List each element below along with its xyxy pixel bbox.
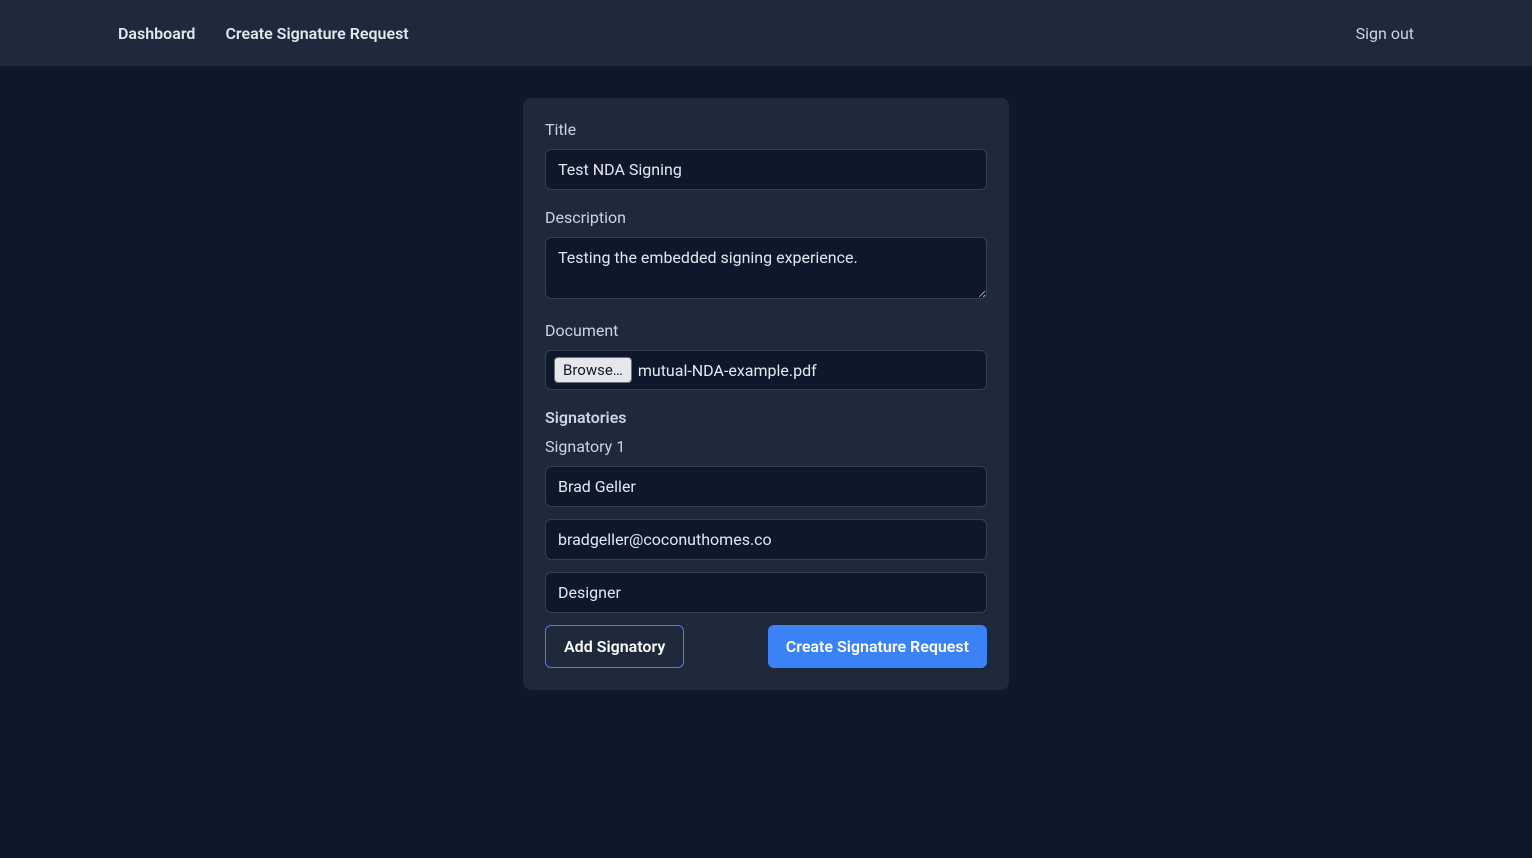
browse-button[interactable]: Browse… — [554, 357, 632, 383]
nav-sign-out[interactable]: Sign out — [1356, 24, 1414, 43]
form-card: Title Description Testing the embedded s… — [523, 98, 1009, 690]
content: Title Description Testing the embedded s… — [0, 66, 1532, 690]
file-input[interactable]: Browse… mutual-NDA-example.pdf — [545, 350, 987, 390]
signatories-heading: Signatories — [545, 408, 987, 427]
signatory-email-input[interactable] — [545, 519, 987, 560]
description-group: Description Testing the embedded signing… — [545, 208, 987, 303]
button-row: Add Signatory Create Signature Request — [545, 625, 987, 668]
signatory-1-inputs — [545, 466, 987, 613]
description-input[interactable]: Testing the embedded signing experience. — [545, 237, 987, 299]
document-group: Document Browse… mutual-NDA-example.pdf — [545, 321, 987, 390]
nav-left: Dashboard Create Signature Request — [118, 24, 409, 43]
nav-create-request[interactable]: Create Signature Request — [225, 24, 408, 43]
nav-dashboard[interactable]: Dashboard — [118, 24, 195, 43]
file-name: mutual-NDA-example.pdf — [638, 361, 817, 380]
title-group: Title — [545, 120, 987, 190]
add-signatory-button[interactable]: Add Signatory — [545, 625, 684, 668]
signatories-section: Signatories Signatory 1 Add Signatory Cr… — [545, 408, 987, 668]
title-input[interactable] — [545, 149, 987, 190]
signatory-1-label: Signatory 1 — [545, 437, 987, 456]
create-signature-request-button[interactable]: Create Signature Request — [768, 625, 987, 668]
title-label: Title — [545, 120, 987, 139]
document-label: Document — [545, 321, 987, 340]
signatory-role-input[interactable] — [545, 572, 987, 613]
description-label: Description — [545, 208, 987, 227]
signatory-name-input[interactable] — [545, 466, 987, 507]
navbar: Dashboard Create Signature Request Sign … — [0, 0, 1532, 66]
